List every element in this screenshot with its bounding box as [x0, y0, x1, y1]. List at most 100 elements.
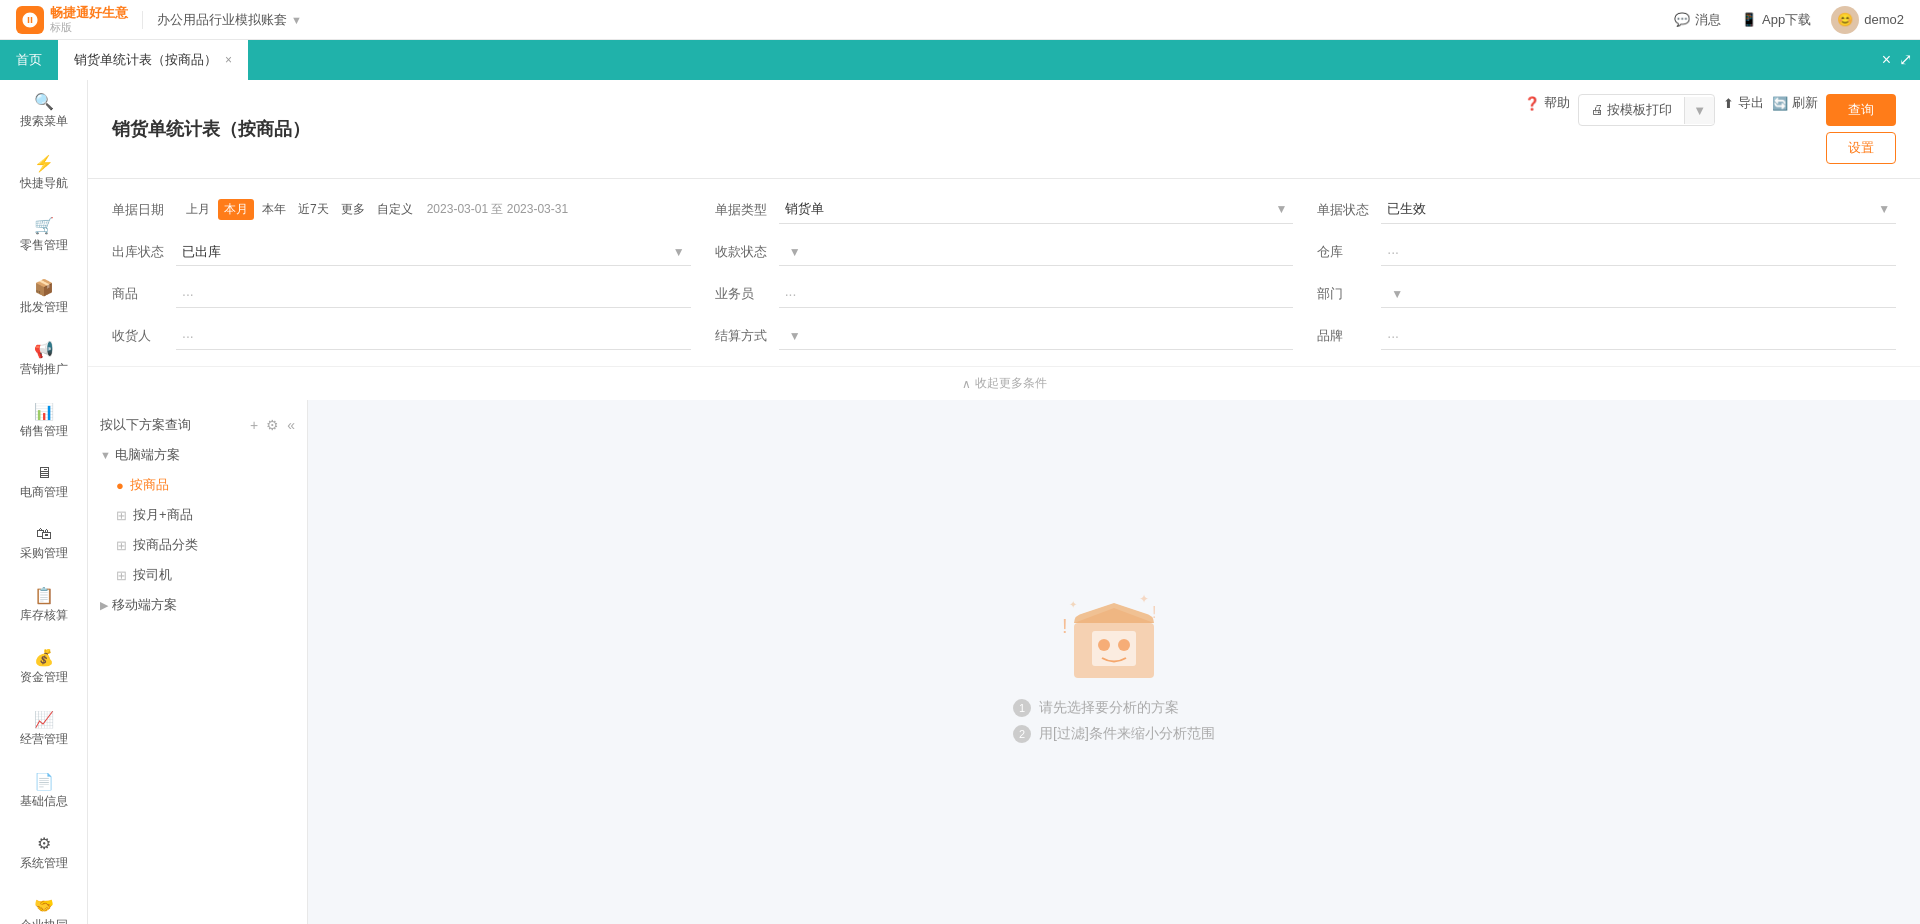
collapse-left-icon[interactable]: «: [287, 417, 295, 433]
receiver-dots-icon[interactable]: ···: [182, 328, 194, 344]
filter-department: 部门 ▼: [1317, 280, 1896, 308]
topbar-right: 💬 消息 📱 App下载 😊 demo2: [1674, 6, 1904, 34]
date-btn-this-month[interactable]: 本月: [218, 199, 254, 220]
date-btn-more[interactable]: 更多: [337, 199, 369, 220]
print-icon: 🖨: [1591, 102, 1604, 117]
template-print-label: 🖨 按模板打印: [1579, 95, 1685, 125]
filter-row-3: 商品 ··· 业务员 ··· 部门 ▼: [112, 280, 1896, 308]
settings-button[interactable]: 设置: [1826, 132, 1896, 164]
app-download-icon: 📱: [1741, 12, 1757, 27]
sidebar-item-wholesale[interactable]: 📦 批发管理: [0, 266, 87, 328]
tab-home[interactable]: 首页: [0, 40, 58, 80]
query-button[interactable]: 查询: [1826, 94, 1896, 126]
purchase-icon: 🛍: [4, 525, 83, 543]
sidebar-item-marketing[interactable]: 📢 营销推广: [0, 328, 87, 390]
date-btn-this-year[interactable]: 本年: [258, 199, 290, 220]
receiver-control[interactable]: ···: [176, 322, 691, 350]
scheme-settings-icon[interactable]: ⚙: [266, 417, 279, 433]
sidebar-item-ecommerce[interactable]: 🖥 电商管理: [0, 452, 87, 513]
tree-section-mobile-header[interactable]: ▶ 移动端方案: [88, 590, 307, 620]
filter-collect-status: 收款状态 ▼: [715, 238, 1294, 266]
logo-icon: [16, 6, 44, 34]
quick-nav-icon: ⚡: [4, 154, 83, 173]
brand-control[interactable]: ···: [1381, 322, 1896, 350]
help-button[interactable]: ❓ 帮助: [1524, 94, 1570, 112]
tab-expand-icon[interactable]: ⤢: [1899, 52, 1912, 68]
workspace-selector[interactable]: 办公用品行业模拟账套 ▼: [142, 11, 302, 29]
page-actions: ❓ 帮助 🖨 按模板打印 ▼ ⬆ 导出 🔄 刷新: [1524, 94, 1897, 178]
goods-dots-icon[interactable]: ···: [182, 286, 194, 302]
svg-text:✦: ✦: [1069, 599, 1077, 610]
tree-item-by-month-goods[interactable]: ⊞ 按月+商品: [104, 500, 307, 530]
collapse-bar[interactable]: ∧ 收起更多条件: [88, 366, 1920, 400]
template-print-button[interactable]: 🖨 按模板打印 ▼: [1578, 94, 1716, 126]
app-download-action[interactable]: 📱 App下载: [1741, 11, 1811, 29]
filter-warehouse: 仓库 ···: [1317, 238, 1896, 266]
body-layout: 按以下方案查询 + ⚙ « ▼ 电脑端方案 ●: [88, 400, 1920, 924]
filter-salesperson: 业务员 ···: [715, 280, 1294, 308]
left-panel-header: 按以下方案查询 + ⚙ «: [88, 410, 307, 440]
inventory-icon: 📋: [4, 586, 83, 605]
empty-text: 1 请先选择要分析的方案 2 用[过滤]条件来缩小分析范围: [1013, 699, 1215, 751]
salesperson-control[interactable]: ···: [779, 280, 1294, 308]
filter-date: 单据日期 上月 本月 本年 近7天 更多 自定义 2023-03-01 至 20…: [112, 195, 691, 224]
tree-item-by-goods[interactable]: ● 按商品: [104, 470, 307, 500]
template-print-arrow-icon[interactable]: ▼: [1684, 97, 1714, 124]
sidebar-item-enterprise[interactable]: 🤝 企业协同: [0, 884, 87, 924]
sidebar-item-basic[interactable]: 📄 基础信息: [0, 760, 87, 822]
tree-item-by-category-icon: ⊞: [116, 538, 127, 553]
date-btn-custom[interactable]: 自定义: [373, 199, 417, 220]
doc-status-control[interactable]: 已生效 ▼: [1381, 196, 1896, 224]
tab-close-icon[interactable]: ×: [225, 53, 232, 67]
sidebar-item-finance[interactable]: 💰 资金管理: [0, 636, 87, 698]
sidebar-item-inventory[interactable]: 📋 库存核算: [0, 574, 87, 636]
sidebar-item-system[interactable]: ⚙ 系统管理: [0, 822, 87, 884]
goods-control[interactable]: ···: [176, 280, 691, 308]
date-btn-last-month[interactable]: 上月: [182, 199, 214, 220]
svg-point-3: [1118, 639, 1130, 651]
add-scheme-button[interactable]: +: [250, 417, 258, 433]
finance-icon: 💰: [4, 648, 83, 667]
out-status-control[interactable]: 已出库 ▼: [176, 238, 691, 266]
user-area[interactable]: 😊 demo2: [1831, 6, 1904, 34]
brand-dots-icon[interactable]: ···: [1387, 328, 1399, 344]
warehouse-dots-icon[interactable]: ···: [1387, 244, 1399, 260]
message-action[interactable]: 💬 消息: [1674, 11, 1721, 29]
tree-item-by-sku[interactable]: ⊞ 按司机: [104, 560, 307, 590]
message-icon: 💬: [1674, 12, 1690, 27]
date-btn-last-7days[interactable]: 近7天: [294, 199, 333, 220]
basic-icon: 📄: [4, 772, 83, 791]
doc-type-control[interactable]: 销货单 ▼: [779, 196, 1294, 224]
sidebar-item-quick-nav[interactable]: ⚡ 快捷导航: [0, 142, 87, 204]
sidebar-item-purchase[interactable]: 🛍 采购管理: [0, 513, 87, 574]
collect-status-control[interactable]: ▼: [779, 238, 1294, 266]
date-control[interactable]: 上月 本月 本年 近7天 更多 自定义 2023-03-01 至 2023-03…: [176, 195, 691, 224]
filter-row-4: 收货人 ··· 结算方式 ▼ 品牌 ···: [112, 322, 1896, 350]
tree-arrow-mobile-icon: ▶: [100, 599, 108, 612]
settlement-arrow-icon: ▼: [789, 329, 801, 343]
sidebar-item-retail[interactable]: 🛒 零售管理: [0, 204, 87, 266]
settlement-control[interactable]: ▼: [779, 322, 1294, 350]
topbar: 畅捷通好生意 标版 办公用品行业模拟账套 ▼ 💬 消息 📱 App下载 😊 de…: [0, 0, 1920, 40]
sidebar-item-operations[interactable]: 📈 经营管理: [0, 698, 87, 760]
export-button[interactable]: ⬆ 导出: [1723, 94, 1764, 112]
out-status-arrow-icon: ▼: [673, 245, 685, 259]
doc-status-arrow-icon: ▼: [1878, 202, 1890, 216]
sidebar-item-search-menu[interactable]: 🔍 搜索菜单: [0, 80, 87, 142]
refresh-button[interactable]: 🔄 刷新: [1772, 94, 1818, 112]
tree-item-by-month-goods-icon: ⊞: [116, 508, 127, 523]
tab-report[interactable]: 销货单统计表（按商品） ×: [58, 40, 248, 80]
department-control[interactable]: ▼: [1381, 280, 1896, 308]
warehouse-control[interactable]: ···: [1381, 238, 1896, 266]
sidebar-item-sales[interactable]: 📊 销售管理: [0, 390, 87, 452]
tree-section-desktop-header[interactable]: ▼ 电脑端方案: [88, 440, 307, 470]
empty-state: ! ! ✦ ✦ 1 请先选择要分析的方案 2: [308, 400, 1920, 924]
tab-close-all-icon[interactable]: ×: [1882, 52, 1891, 68]
salesperson-dots-icon[interactable]: ···: [785, 286, 797, 302]
filter-brand: 品牌 ···: [1317, 322, 1896, 350]
sales-icon: 📊: [4, 402, 83, 421]
filter-row-1: 单据日期 上月 本月 本年 近7天 更多 自定义 2023-03-01 至 20…: [112, 195, 1896, 224]
svg-text:!: !: [1152, 604, 1156, 621]
tree-item-by-category[interactable]: ⊞ 按商品分类: [104, 530, 307, 560]
collapse-up-icon: ∧: [962, 377, 971, 391]
